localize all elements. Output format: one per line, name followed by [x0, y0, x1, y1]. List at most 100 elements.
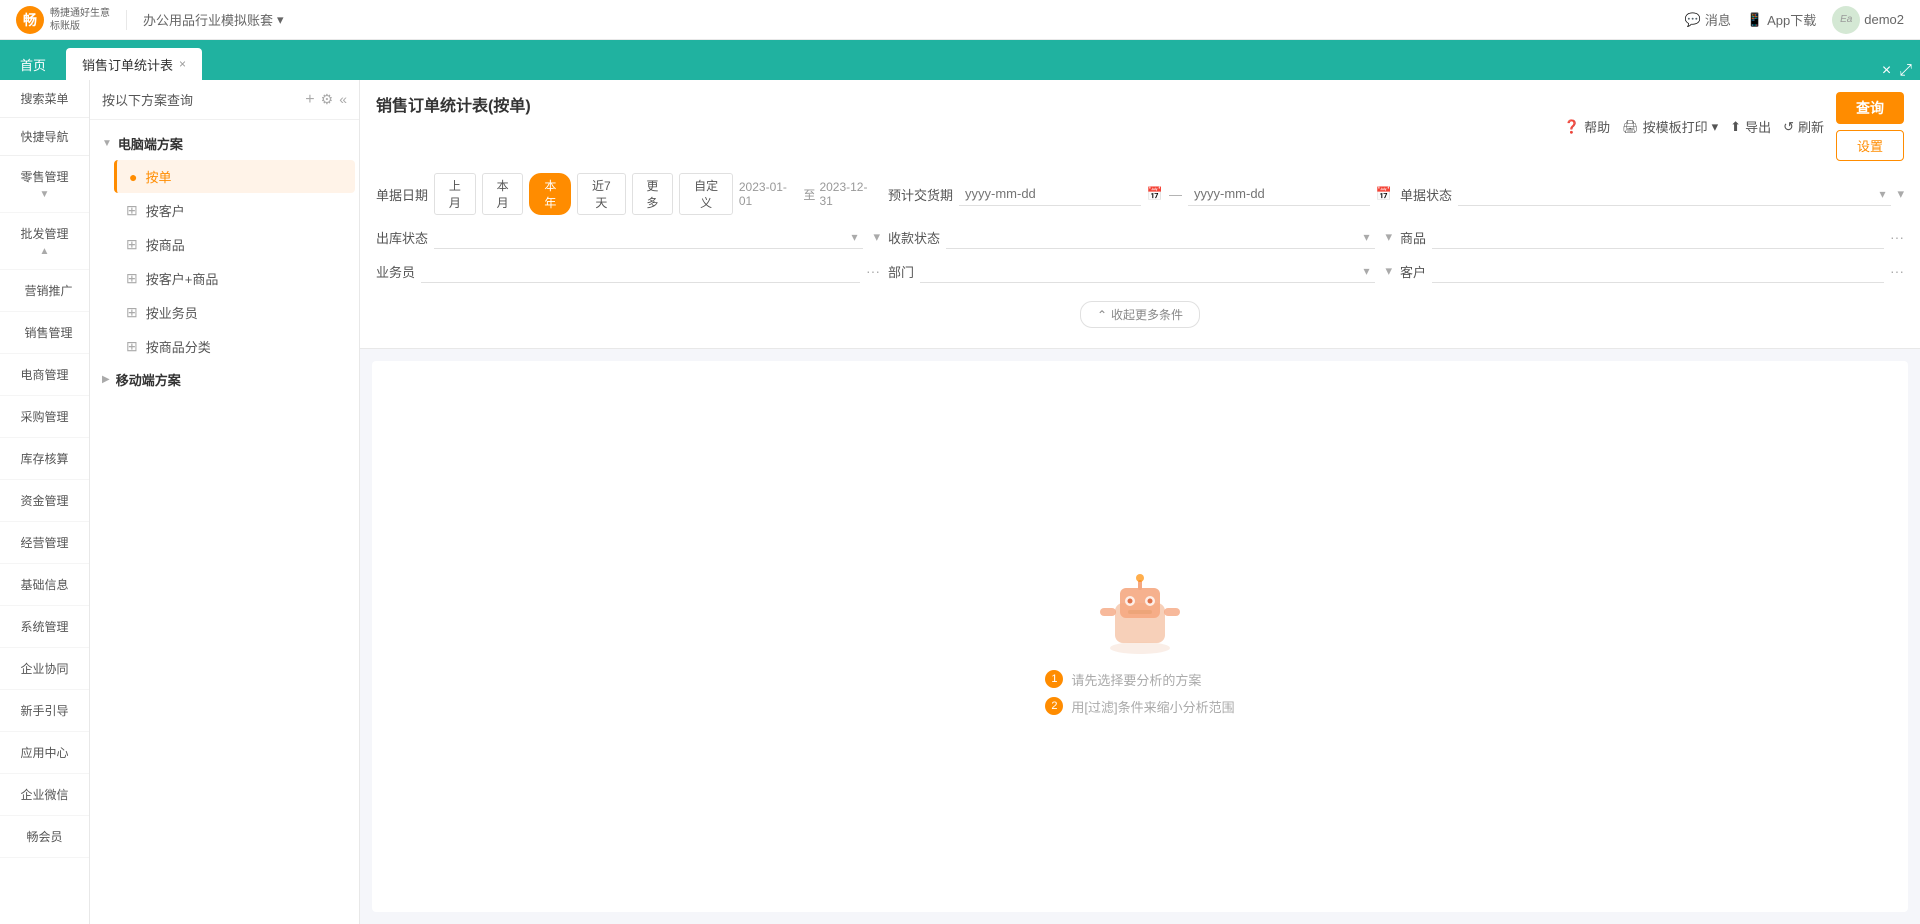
scheme-group-mobile-header[interactable]: ▶ 移动端方案: [90, 364, 359, 395]
window-max-btn[interactable]: ⤢: [1899, 62, 1912, 80]
expected-date-label: 预计交货期: [888, 185, 953, 204]
scheme-group-pc-header[interactable]: ▼ 电脑端方案: [90, 128, 359, 159]
sidebar-quick-nav[interactable]: 快捷导航: [0, 118, 89, 156]
sidebar-item-basic[interactable]: 基础信息: [0, 564, 89, 606]
sidebar-item-appcenter[interactable]: 应用中心: [0, 732, 89, 774]
messages-label: 消息: [1705, 10, 1731, 29]
by-cust-goods-label: 按客户+商品: [146, 269, 219, 288]
sidebar-item-system[interactable]: 系统管理: [0, 606, 89, 648]
query-button[interactable]: 查询: [1836, 92, 1904, 124]
export-icon: ⬆: [1730, 119, 1741, 135]
date-filter-area: 单据日期 上月 本月 本年 近7天 更多 自定义 2023-01-01 至 20…: [376, 173, 880, 215]
salesperson-input[interactable]: [421, 259, 860, 283]
goods-more-btn[interactable]: ···: [1890, 229, 1904, 245]
tab-close-icon[interactable]: ×: [179, 57, 186, 71]
refresh-btn[interactable]: ↺ 刷新: [1783, 117, 1824, 136]
calendar-icon-end[interactable]: 📅: [1376, 186, 1392, 202]
app-download-label: App下载: [1767, 10, 1816, 29]
filter-row-2: 出库状态 ▾ 收款状态: [376, 225, 1904, 249]
sidebar-item-finance[interactable]: 资金管理: [0, 480, 89, 522]
print-icon: 🖨: [1622, 119, 1639, 135]
logo-icon: 畅: [16, 6, 44, 34]
sidebar-item-member[interactable]: 畅会员: [0, 816, 89, 858]
export-btn[interactable]: ⬆ 导出: [1730, 117, 1771, 136]
scheme-item-by-goods[interactable]: ⊞ 按商品: [114, 228, 355, 261]
date-btn-7days[interactable]: 近7天: [577, 173, 625, 215]
breadcrumb-arrow: ▾: [277, 12, 284, 28]
sidebar-item-wholesale[interactable]: 批发管理 ▲: [0, 213, 89, 270]
sidebar-item-ecommerce[interactable]: 电商管理: [0, 354, 89, 396]
scheme-group-pc: ▼ 电脑端方案 ● 按单 ⊞ 按客户 ⊞: [90, 128, 359, 363]
logo-text: 畅捷通好生意 标账版: [50, 7, 110, 33]
by-order-label: 按单: [145, 167, 171, 186]
date-btn-custom[interactable]: 自定义: [679, 173, 733, 215]
sidebar-item-purchase[interactable]: 采购管理: [0, 396, 89, 438]
tab-home[interactable]: 首页: [4, 48, 62, 80]
date-btn-last-month[interactable]: 上月: [434, 173, 476, 215]
expected-date-start-input[interactable]: [959, 182, 1141, 206]
sidebar-item-newguide[interactable]: 新手引导: [0, 690, 89, 732]
scheme-item-by-category[interactable]: ⊞ 按商品分类: [114, 330, 355, 363]
tip-num-1: 1: [1045, 670, 1063, 688]
empty-illustration: [1090, 558, 1190, 658]
scheme-panel-header: 按以下方案查询 + ⚙ «: [90, 80, 359, 120]
payment-status-area: 收款状态 ▾: [888, 225, 1392, 249]
salesperson-more-btn[interactable]: ···: [866, 263, 880, 279]
scheme-pc-items: ● 按单 ⊞ 按客户 ⊞ 按商品 ⊞ 按客户+商: [90, 160, 359, 363]
scheme-item-by-salesperson[interactable]: ⊞ 按业务员: [114, 296, 355, 329]
scheme-group-mobile: ▶ 移动端方案: [90, 364, 359, 395]
payment-status-select[interactable]: [946, 225, 1375, 249]
customer-input[interactable]: [1432, 259, 1884, 283]
divider: [126, 10, 127, 30]
scheme-item-by-cust-goods[interactable]: ⊞ 按客户+商品: [114, 262, 355, 295]
template-print-btn[interactable]: 🖨 按模板打印 ▾: [1622, 117, 1718, 136]
user-avatar-area[interactable]: Ea demo2: [1832, 6, 1904, 34]
avatar-initials: Ea: [1840, 14, 1852, 25]
date-btn-this-year[interactable]: 本年: [529, 173, 571, 215]
empty-state: 1 请先选择要分析的方案 2 用[过滤]条件来缩小分析范围: [372, 361, 1908, 912]
purchase-label: 采购管理: [20, 408, 68, 425]
sidebar-item-enterprise[interactable]: 企业协同: [0, 648, 89, 690]
app-download-btn[interactable]: 📱 App下载: [1747, 10, 1816, 29]
payment-status-label: 收款状态: [888, 228, 940, 247]
by-order-icon: ●: [129, 169, 137, 185]
query-settings-btns: 查询 设置: [1836, 92, 1904, 161]
sidebar-item-inventory[interactable]: 库存核算: [0, 438, 89, 480]
sidebar-item-sales[interactable]: 销售管理: [0, 312, 89, 354]
sidebar-item-operations[interactable]: 经营管理: [0, 522, 89, 564]
by-salesperson-icon: ⊞: [126, 304, 138, 321]
bill-status-select[interactable]: [1458, 182, 1891, 206]
settings-button[interactable]: 设置: [1836, 130, 1904, 161]
sidebar-item-corpwechat[interactable]: 企业微信: [0, 774, 89, 816]
window-close-btn[interactable]: ×: [1882, 62, 1891, 80]
expected-date-end-input[interactable]: [1188, 182, 1370, 206]
date-btn-more[interactable]: 更多: [632, 173, 674, 215]
scheme-add-btn[interactable]: +: [305, 91, 314, 109]
system-label: 系统管理: [20, 618, 68, 635]
scheme-item-by-order[interactable]: ● 按单: [114, 160, 355, 193]
sidebar-item-retail[interactable]: 零售管理 ▼: [0, 156, 89, 213]
scheme-list: ▼ 电脑端方案 ● 按单 ⊞ 按客户 ⊞: [90, 120, 359, 924]
tab-bar: 首页 销售订单统计表 × × ⤢: [0, 40, 1920, 80]
wholesale-arrow: ▲: [40, 246, 50, 257]
date-btn-this-month[interactable]: 本月: [482, 173, 524, 215]
print-arrow: ▾: [1712, 119, 1719, 135]
collapse-button[interactable]: ⌃ 收起更多条件: [1080, 301, 1200, 328]
help-btn[interactable]: ❓ 帮助: [1564, 117, 1610, 136]
customer-more-btn[interactable]: ···: [1890, 263, 1904, 279]
goods-input[interactable]: [1432, 225, 1884, 249]
scheme-collapse-btn[interactable]: «: [339, 91, 347, 109]
page-top-actions: ❓ 帮助 🖨 按模板打印 ▾ ⬆ 导出 ↺: [1564, 92, 1904, 161]
tab-sales-stats[interactable]: 销售订单统计表 ×: [66, 48, 202, 80]
calendar-icon-start[interactable]: 📅: [1147, 186, 1163, 202]
date-range-start: 2023-01-01: [739, 180, 800, 208]
appcenter-label: 应用中心: [20, 744, 68, 761]
scheme-settings-btn[interactable]: ⚙: [321, 91, 334, 109]
sidebar-search-menu[interactable]: 搜索菜单: [0, 80, 89, 118]
sidebar-item-marketing[interactable]: 营销推广: [0, 270, 89, 312]
date-range-end: 2023-12-31: [819, 180, 880, 208]
department-select[interactable]: [920, 259, 1375, 283]
messages-btn[interactable]: 💬 消息: [1685, 10, 1731, 29]
scheme-item-by-customer[interactable]: ⊞ 按客户: [114, 194, 355, 227]
shipment-status-select[interactable]: [434, 225, 863, 249]
